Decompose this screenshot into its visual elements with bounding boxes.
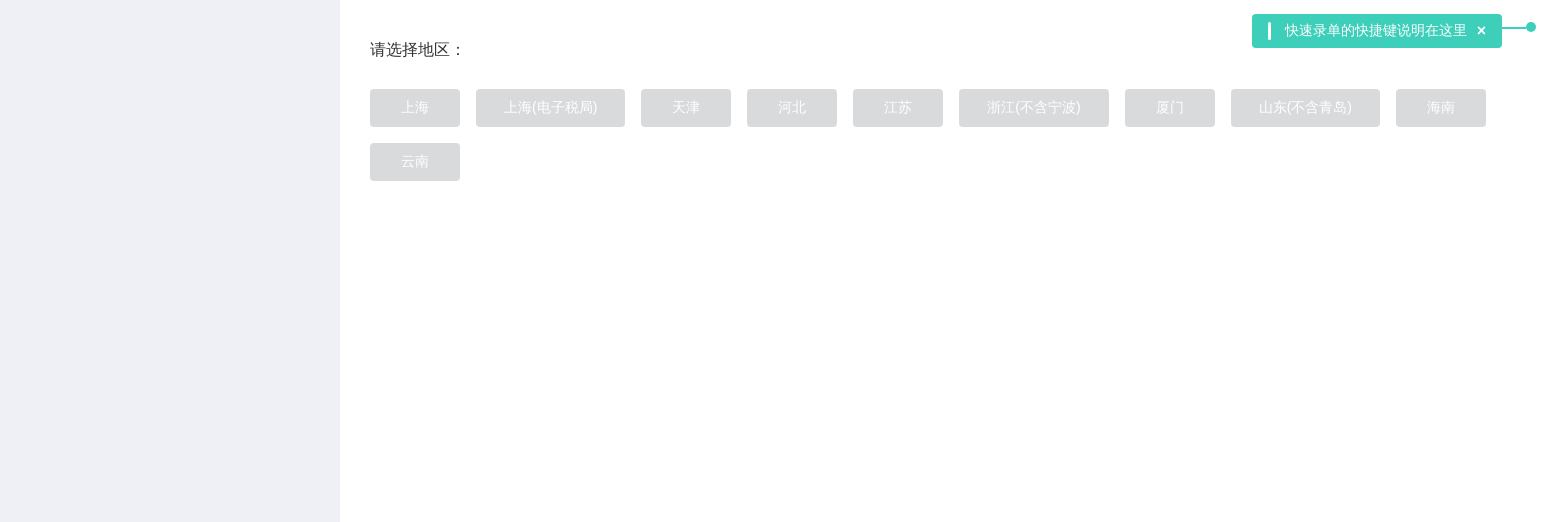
region-button[interactable]: 江苏 <box>853 89 943 127</box>
tooltip-close-button[interactable]: × <box>1477 23 1486 39</box>
main-content: 请选择地区： 上海上海(电子税局)天津河北江苏浙江(不含宁波)厦门山东(不含青岛… <box>340 0 1562 522</box>
region-button[interactable]: 山东(不含青岛) <box>1231 89 1380 127</box>
region-button[interactable]: 上海 <box>370 89 460 127</box>
region-buttons: 上海上海(电子税局) 天津河北江苏浙江(不含宁波) 厦门山东(不含青岛) 海南云南 <box>370 89 1532 181</box>
region-button[interactable]: 浙江(不含宁波) <box>959 89 1108 127</box>
tooltip-line <box>1502 27 1526 29</box>
tooltip-banner: 快速录单的快捷键说明在这里 × <box>1252 14 1502 48</box>
region-button[interactable]: 上海(电子税局) <box>476 89 625 127</box>
region-button[interactable]: 厦门 <box>1125 89 1215 127</box>
region-button[interactable]: 海南 <box>1396 89 1486 127</box>
region-button[interactable]: 天津 <box>641 89 731 127</box>
region-button[interactable]: 河北 <box>747 89 837 127</box>
tooltip-text: 快速录单的快捷键说明在这里 <box>1285 22 1467 40</box>
region-button[interactable]: 云南 <box>370 143 460 181</box>
sidebar <box>0 0 340 522</box>
tooltip-dot <box>1526 22 1536 32</box>
